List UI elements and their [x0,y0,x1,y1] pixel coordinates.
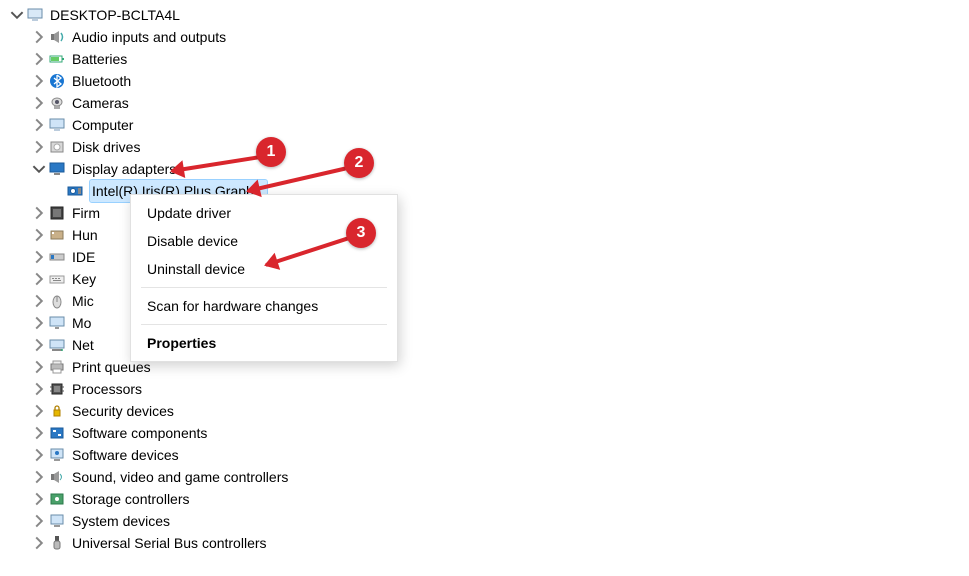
expand-icon[interactable] [32,360,46,374]
category-label: Hun [72,224,98,246]
category-label: Software components [72,422,207,444]
expand-icon[interactable] [32,118,46,132]
ctx-separator [141,287,387,288]
tree-category-row[interactable]: Universal Serial Bus controllers [28,532,969,554]
expand-icon[interactable] [32,316,46,330]
audio-icon [48,28,66,46]
category-label: Software devices [72,444,179,466]
category-label: Bluetooth [72,70,131,92]
ctx-properties[interactable]: Properties [131,329,397,357]
hid-icon [48,226,66,244]
expand-icon[interactable] [32,426,46,440]
security-icon [48,402,66,420]
tree-category-row[interactable]: Bluetooth [28,70,969,92]
collapse-icon[interactable] [10,8,24,22]
category-label: Mic [72,290,94,312]
swdev-icon [48,446,66,464]
printer-icon [48,358,66,376]
tree-category-row[interactable]: Computer [28,114,969,136]
category-label: Security devices [72,400,174,422]
tree-category-row[interactable]: Software components [28,422,969,444]
expand-icon[interactable] [32,96,46,110]
expand-icon[interactable] [32,492,46,506]
camera-icon [48,94,66,112]
keyboard-icon [48,270,66,288]
expand-icon[interactable] [32,272,46,286]
tree-category-row[interactable]: Audio inputs and outputs [28,26,969,48]
expand-icon[interactable] [32,250,46,264]
ctx-separator [141,324,387,325]
expand-icon[interactable] [32,228,46,242]
computer-icon [48,116,66,134]
category-label: Processors [72,378,142,400]
disk-icon [48,138,66,156]
category-label: Universal Serial Bus controllers [72,532,267,554]
ide-icon [48,248,66,266]
root-label: DESKTOP-BCLTA4L [50,4,180,26]
annotation-badge-3: 3 [346,218,376,248]
category-label: Storage controllers [72,488,190,510]
sound-icon [48,468,66,486]
category-label: Batteries [72,48,127,70]
firmware-icon [48,204,66,222]
monitor-icon [48,314,66,332]
category-label: Audio inputs and outputs [72,26,226,48]
tree-root-row[interactable]: DESKTOP-BCLTA4L [6,4,969,26]
display-icon [48,160,66,178]
tree-category-row[interactable]: Disk drives [28,136,969,158]
collapse-icon[interactable] [32,162,46,176]
expand-icon[interactable] [32,52,46,66]
category-label: System devices [72,510,170,532]
category-label: Firm [72,202,100,224]
gpu-icon [66,182,84,200]
expand-icon[interactable] [32,382,46,396]
category-label: Key [72,268,96,290]
expand-icon[interactable] [32,74,46,88]
expand-icon[interactable] [32,338,46,352]
category-label: IDE [72,246,95,268]
category-label: Net [72,334,94,356]
expand-icon[interactable] [32,404,46,418]
tree-category-row[interactable]: Storage controllers [28,488,969,510]
category-label: Display adapters [72,158,176,180]
network-icon [48,336,66,354]
expand-icon[interactable] [32,294,46,308]
tree-category-row[interactable]: Security devices [28,400,969,422]
battery-icon [48,50,66,68]
expand-icon[interactable] [32,470,46,484]
computer-root-icon [26,6,44,24]
expand-icon[interactable] [32,30,46,44]
mouse-icon [48,292,66,310]
annotation-badge-1: 1 [256,137,286,167]
usb-icon [48,534,66,552]
expand-icon[interactable] [32,536,46,550]
category-label: Cameras [72,92,129,114]
tree-category-row[interactable]: Sound, video and game controllers [28,466,969,488]
tree-category-row[interactable]: Batteries [28,48,969,70]
bluetooth-icon [48,72,66,90]
tree-category-row[interactable]: Processors [28,378,969,400]
category-label: Mo [72,312,91,334]
swcomp-icon [48,424,66,442]
system-icon [48,512,66,530]
ctx-scan-hardware[interactable]: Scan for hardware changes [131,292,397,320]
tree-category-row[interactable]: Cameras [28,92,969,114]
expand-icon[interactable] [32,514,46,528]
expand-icon[interactable] [32,448,46,462]
expand-icon[interactable] [32,140,46,154]
tree-category-row[interactable]: System devices [28,510,969,532]
storage-icon [48,490,66,508]
cpu-icon [48,380,66,398]
category-label: Sound, video and game controllers [72,466,288,488]
tree-category-row[interactable]: Software devices [28,444,969,466]
annotation-badge-2: 2 [344,148,374,178]
category-label: Disk drives [72,136,140,158]
category-label: Computer [72,114,133,136]
expand-icon[interactable] [32,206,46,220]
